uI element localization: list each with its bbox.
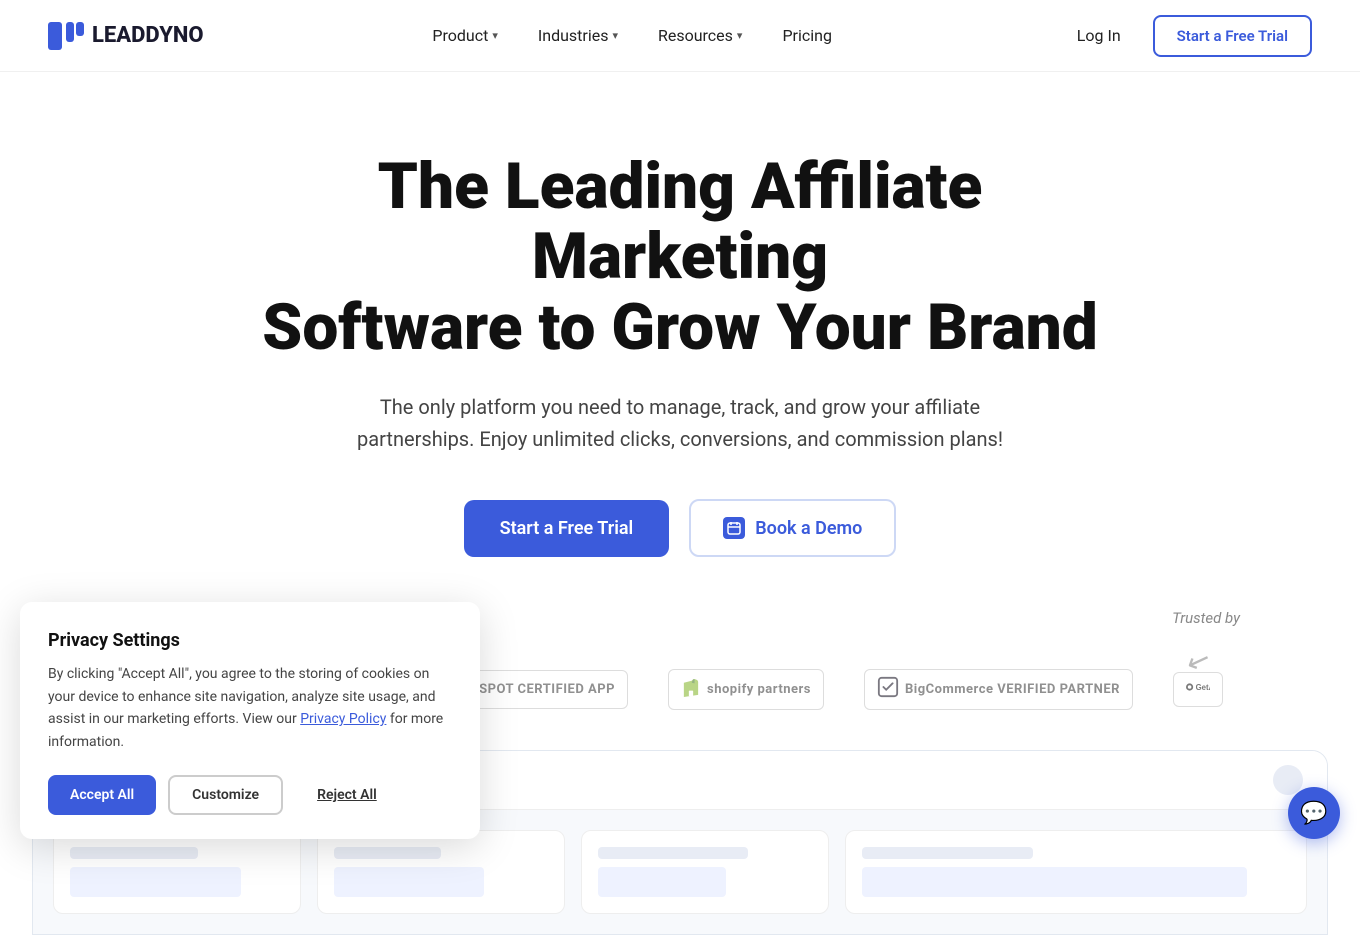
partner-bigcommerce: BigCommerce VERIFIED PARTNER xyxy=(864,669,1133,710)
book-demo-button[interactable]: Book a Demo xyxy=(689,499,896,557)
shopify-label: shopify partners xyxy=(707,682,811,697)
partner-getapp: GetApp xyxy=(1173,672,1223,707)
bigcommerce-icon xyxy=(877,676,899,703)
nav-product[interactable]: Product ▾ xyxy=(416,18,513,53)
hero-section: The Leading Affiliate Marketing Software… xyxy=(200,72,1160,669)
chevron-down-icon: ▾ xyxy=(492,29,498,42)
partner-shopify: shopify partners xyxy=(668,669,824,710)
hero-subtitle: The only platform you need to manage, tr… xyxy=(340,391,1020,455)
trusted-label: Trusted by xyxy=(1172,609,1240,627)
nav-resources[interactable]: Resources ▾ xyxy=(642,18,758,53)
accept-all-button[interactable]: Accept All xyxy=(48,775,156,815)
nav-industries[interactable]: Industries ▾ xyxy=(522,18,634,53)
cookie-text: By clicking "Accept All", you agree to t… xyxy=(48,663,452,753)
nav-right: Log In Start a Free Trial xyxy=(1061,15,1312,57)
logo-icon xyxy=(48,22,84,50)
nav-links: Product ▾ Industries ▾ Resources ▾ Prici… xyxy=(416,18,848,53)
chevron-down-icon: ▾ xyxy=(737,29,743,42)
getapp-icon: GetApp xyxy=(1186,679,1210,700)
navbar: LEADDYNO Product ▾ Industries ▾ Resource… xyxy=(0,0,1360,72)
svg-text:GetApp: GetApp xyxy=(1196,683,1210,692)
logo-text: LEADDYNO xyxy=(92,23,204,48)
chat-icon: 💬 xyxy=(1300,801,1327,826)
chat-button[interactable]: 💬 xyxy=(1288,787,1340,839)
reject-all-button[interactable]: Reject All xyxy=(295,775,399,815)
hero-title: The Leading Affiliate Marketing Software… xyxy=(224,152,1136,363)
calendar-icon xyxy=(723,517,745,539)
cookie-title: Privacy Settings xyxy=(48,630,452,651)
privacy-policy-link[interactable]: Privacy Policy xyxy=(300,711,386,727)
cookie-banner: Privacy Settings By clicking "Accept All… xyxy=(20,602,480,839)
shopify-icon xyxy=(681,676,701,703)
hero-buttons: Start a Free Trial Book a Demo xyxy=(224,499,1136,557)
bigcommerce-label: BigCommerce VERIFIED PARTNER xyxy=(905,682,1120,697)
trial-button-nav[interactable]: Start a Free Trial xyxy=(1153,15,1312,57)
customize-button[interactable]: Customize xyxy=(168,775,283,815)
login-button[interactable]: Log In xyxy=(1061,18,1137,53)
start-trial-button[interactable]: Start a Free Trial xyxy=(464,500,670,557)
chevron-down-icon: ▾ xyxy=(612,29,618,42)
logo[interactable]: LEADDYNO xyxy=(48,22,204,50)
cookie-buttons: Accept All Customize Reject All xyxy=(48,775,452,815)
nav-pricing[interactable]: Pricing xyxy=(766,18,848,53)
